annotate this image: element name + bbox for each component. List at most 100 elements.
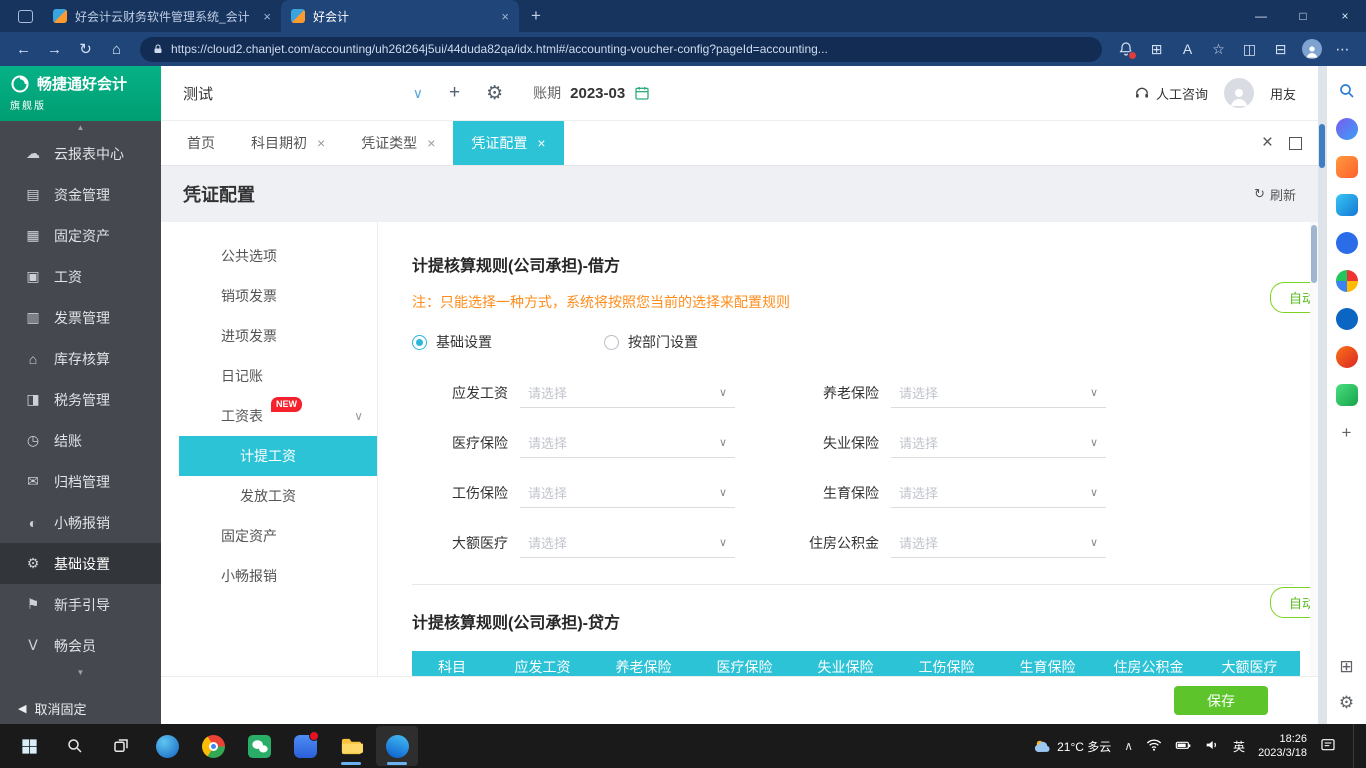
edge-games-icon[interactable] (1335, 270, 1358, 292)
worktab-voucher-type[interactable]: 凭证类型 × (343, 121, 453, 165)
sidebar-item-inventory[interactable]: ⌂ 库存核算 (0, 338, 161, 379)
edge-plant-icon[interactable] (1335, 384, 1358, 406)
maternity-insurance-select[interactable]: 请选择 ∨ (891, 478, 1106, 508)
worktab-opening-balance[interactable]: 科目期初 × (233, 121, 343, 165)
save-button[interactable]: 保存 (1174, 686, 1268, 715)
close-tab-icon[interactable]: × (317, 135, 325, 151)
collections-icon[interactable]: ⊟ (1267, 36, 1294, 63)
battery-icon[interactable] (1175, 737, 1191, 756)
settings-gear-icon[interactable]: ⚙ (486, 82, 503, 105)
edge-apps-grid-icon[interactable]: ⊞ (1336, 656, 1358, 678)
user-avatar[interactable] (1223, 78, 1254, 108)
close-tab-icon[interactable]: × (537, 135, 545, 151)
close-all-tabs-icon[interactable]: × (1262, 132, 1273, 154)
taskbar-chrome-icon[interactable] (192, 726, 234, 766)
edge-outlook-icon[interactable] (1335, 308, 1358, 330)
edge-profile-icon[interactable] (1335, 232, 1358, 254)
notifications-blocked-icon[interactable] (1112, 36, 1139, 63)
subnav-journal[interactable]: 日记账 (161, 356, 377, 396)
favorites-icon[interactable]: ☆ (1205, 36, 1232, 63)
sidebar-item-invoices[interactable]: ▥ 发票管理 (0, 297, 161, 338)
tab-search-icon[interactable] (18, 9, 33, 23)
task-view-icon[interactable] (100, 726, 142, 766)
large-medical-select[interactable]: 请选择 ∨ (520, 528, 735, 558)
show-desktop-button[interactable] (1353, 724, 1358, 768)
housing-fund-select[interactable]: 请选择 ∨ (891, 528, 1106, 558)
clock[interactable]: 18:26 2023/3/18 (1258, 732, 1307, 761)
apps-grid-icon[interactable]: ⊞ (1143, 36, 1170, 63)
split-screen-icon[interactable]: ◫ (1236, 36, 1263, 63)
sidebar-item-membership[interactable]: Ⅴ 畅会员 (0, 625, 161, 666)
sidebar-item-funds[interactable]: ▤ 资金管理 (0, 174, 161, 215)
close-window-button[interactable]: × (1324, 0, 1366, 32)
edge-shopping-icon[interactable] (1335, 156, 1358, 178)
taskbar-messaging-icon[interactable] (284, 726, 326, 766)
page-scrollbar-thumb[interactable] (1319, 124, 1325, 168)
read-aloud-icon[interactable]: A (1174, 36, 1201, 63)
medical-insurance-select[interactable]: 请选择 ∨ (520, 428, 735, 458)
radio-by-department[interactable]: 按部门设置 (604, 332, 698, 352)
close-tab-icon[interactable]: × (427, 135, 435, 151)
injury-insurance-select[interactable]: 请选择 ∨ (520, 478, 735, 508)
network-wifi-icon[interactable] (1146, 737, 1162, 756)
sidebar-item-archive[interactable]: ✉ 归档管理 (0, 461, 161, 502)
subnav-sales-invoice[interactable]: 销项发票 (161, 276, 377, 316)
unemployment-insurance-select[interactable]: 请选择 ∨ (891, 428, 1106, 458)
subnav-common-options[interactable]: 公共选项 (161, 236, 377, 276)
browser-profile-avatar[interactable] (1298, 36, 1325, 63)
sidebar-item-expense[interactable]: ◐ 小畅报销 (0, 502, 161, 543)
sidebar-scroll-up-icon[interactable]: ▲ (0, 121, 161, 133)
sidebar-item-basic-settings[interactable]: ⚙ 基础设置 (0, 543, 161, 584)
sidebar-item-salary[interactable]: ▣ 工资 (0, 256, 161, 297)
browser-menu-icon[interactable]: ⋯ (1329, 36, 1356, 63)
sidebar-item-tax[interactable]: ◨ 税务管理 (0, 379, 161, 420)
action-center-icon[interactable] (1320, 737, 1336, 756)
browser-tab-1[interactable]: 好会计云财务软件管理系统_会计 × (43, 0, 281, 32)
input-language[interactable]: 英 (1233, 738, 1245, 755)
subnav-purchase-invoice[interactable]: 进项发票 (161, 316, 377, 356)
org-selector[interactable]: 测试 ∨ (183, 83, 423, 104)
forward-icon[interactable]: → (41, 36, 68, 63)
support-link[interactable]: 人工咨询 (1134, 84, 1208, 103)
user-name[interactable]: 用友 (1270, 84, 1296, 103)
edge-add-app-icon[interactable]: + (1336, 422, 1358, 444)
edge-copilot-icon[interactable] (1335, 118, 1358, 140)
taskbar-app-store-icon[interactable] (146, 726, 188, 766)
fullscreen-icon[interactable] (1289, 136, 1302, 150)
edge-sidebar-settings-icon[interactable]: ⚙ (1336, 692, 1358, 714)
subnav-fixed-assets[interactable]: 固定资产 (161, 516, 377, 556)
sidebar-item-fixed-assets[interactable]: ▦ 固定资产 (0, 215, 161, 256)
hidden-icons-chevron[interactable]: ∧ (1124, 739, 1133, 753)
payable-wages-select[interactable]: 请选择 ∨ (520, 378, 735, 408)
minimize-button[interactable]: — (1240, 0, 1282, 32)
worktab-voucher-config[interactable]: 凭证配置 × (453, 121, 564, 165)
subnav-expense[interactable]: 小畅报销 (161, 556, 377, 596)
tab-close-icon[interactable]: × (501, 9, 509, 24)
weather-widget[interactable]: 21°C 多云 (1033, 737, 1111, 755)
subnav-pay-salary[interactable]: 发放工资 (161, 476, 377, 516)
worktab-home[interactable]: 首页 (169, 121, 233, 165)
refresh-button[interactable]: ↻ 刷新 (1254, 185, 1296, 204)
maximize-button[interactable]: □ (1282, 0, 1324, 32)
sidebar-scroll-down-icon[interactable]: ▼ (0, 666, 161, 678)
address-bar[interactable]: https://cloud2.chanjet.com/accounting/uh… (140, 36, 1102, 62)
edge-office-icon[interactable] (1335, 346, 1358, 368)
taskbar-wechat-icon[interactable] (238, 726, 280, 766)
taskbar-search-icon[interactable] (54, 726, 96, 766)
subnav-salary-sheet[interactable]: 工资表 NEW ∨ (161, 396, 377, 436)
sidebar-item-cloud-reports[interactable]: ☁ 云报表中心 (0, 133, 161, 174)
start-button[interactable] (8, 726, 50, 766)
radio-basic-settings[interactable]: 基础设置 (412, 332, 492, 352)
unpin-sidebar-button[interactable]: ◀ 取消固定 (0, 692, 161, 724)
add-account-button[interactable]: + (449, 82, 460, 104)
tab-close-icon[interactable]: × (263, 9, 271, 24)
browser-tab-2[interactable]: 好会计 × (281, 0, 519, 32)
subnav-accrue-salary[interactable]: 计提工资 (179, 436, 377, 476)
taskbar-file-explorer-icon[interactable] (330, 726, 372, 766)
page-scrollbar[interactable] (1318, 66, 1326, 724)
sidebar-item-closing[interactable]: ◷ 结账 (0, 420, 161, 461)
edge-search-icon[interactable] (1336, 80, 1358, 102)
new-tab-button[interactable]: + (531, 6, 541, 26)
volume-icon[interactable] (1204, 737, 1220, 756)
back-icon[interactable]: ← (10, 36, 37, 63)
